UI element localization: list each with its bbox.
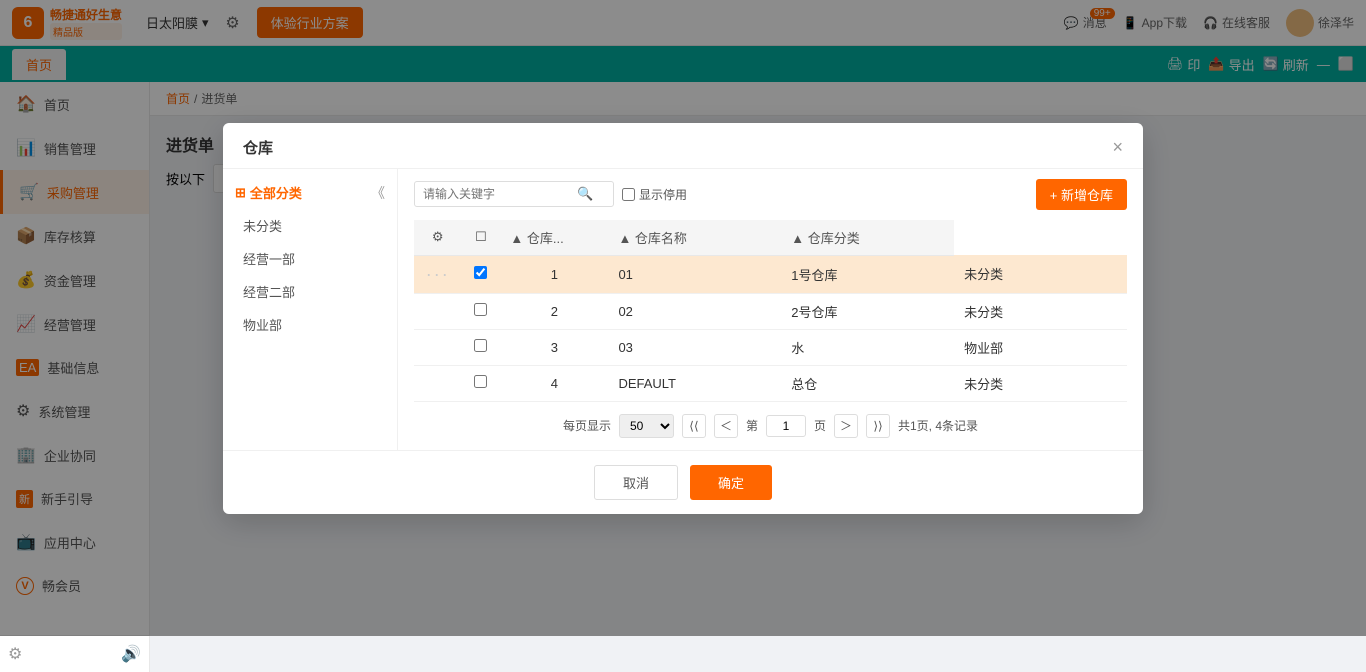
table-header-row: ⚙ ☐ ▲ 仓库... ▲ 仓库名称 ▲ 仓库分类 <box>414 220 1127 256</box>
th-check: ☐ <box>462 220 501 256</box>
row-category-3: 未分类 <box>954 365 1127 401</box>
warehouse-table: ⚙ ☐ ▲ 仓库... ▲ 仓库名称 ▲ 仓库分类 ··· 1 01 1号仓库 … <box>414 220 1127 402</box>
all-category[interactable]: ⊞ 全部分类 <box>235 183 302 202</box>
row-check-cell-2[interactable] <box>462 329 501 365</box>
collapse-button[interactable]: 《 <box>371 183 385 203</box>
row-name-2: 水 <box>781 329 954 365</box>
table-row[interactable]: 2 02 2号仓库 未分类 <box>414 293 1127 329</box>
search-input[interactable] <box>423 187 573 201</box>
category-ops2[interactable]: 经营二部 <box>223 275 397 308</box>
row-check-cell-3[interactable] <box>462 365 501 401</box>
row-check-cell-0[interactable] <box>462 255 501 293</box>
modal-title: 仓库 <box>243 137 273 158</box>
modal-toolbar: 🔍 显示停用 + 新增仓库 <box>398 169 1143 220</box>
settings-icon[interactable]: ⚙ <box>8 644 22 664</box>
row-code-1: 02 <box>608 293 781 329</box>
modal-main: 🔍 显示停用 + 新增仓库 ⚙ ☐ <box>398 169 1143 450</box>
row-name-1: 2号仓库 <box>781 293 954 329</box>
category-ops1[interactable]: 经营一部 <box>223 242 397 275</box>
first-page-button[interactable]: ⟨⟨ <box>682 414 706 438</box>
row-code-3: DEFAULT <box>608 365 781 401</box>
pagination-summary: 共1页, 4条记录 <box>898 417 978 434</box>
row-gear-cell-1 <box>414 293 462 329</box>
row-gear-cell-2 <box>414 329 462 365</box>
search-box: 🔍 <box>414 181 614 207</box>
speaker-icon[interactable]: 🔊 <box>121 644 141 664</box>
row-code-2: 03 <box>608 329 781 365</box>
pagination: 每页显示 50 20 100 ⟨⟨ ＜ 第 页 ＞ ⟩⟩ 共1页, 4条记录 <box>398 402 1143 450</box>
th-name: ▲ 仓库名称 <box>608 220 781 256</box>
row-name-3: 总仓 <box>781 365 954 401</box>
row-category-2: 物业部 <box>954 329 1127 365</box>
category-property[interactable]: 物业部 <box>223 308 397 341</box>
modal-overlay: 仓库 × ⊞ 全部分类 《 未分类 经营一部 经营二部 物业部 <box>0 0 1366 636</box>
page-number-input[interactable] <box>766 415 806 437</box>
show-disabled-label[interactable]: 显示停用 <box>622 186 687 203</box>
new-warehouse-button[interactable]: + 新增仓库 <box>1036 179 1127 210</box>
row-gear-cell-3 <box>414 365 462 401</box>
warehouse-modal: 仓库 × ⊞ 全部分类 《 未分类 经营一部 经营二部 物业部 <box>223 123 1143 514</box>
row-category-1: 未分类 <box>954 293 1127 329</box>
prev-page-button[interactable]: ＜ <box>714 414 738 438</box>
modal-body: ⊞ 全部分类 《 未分类 经营一部 经营二部 物业部 🔍 <box>223 169 1143 450</box>
search-icon[interactable]: 🔍 <box>577 186 593 202</box>
row-number-0: 1 <box>500 255 608 293</box>
th-category: ▲ 仓库分类 <box>781 220 954 256</box>
table-row[interactable]: 4 DEFAULT 总仓 未分类 <box>414 365 1127 401</box>
category-header: ⊞ 全部分类 《 <box>223 177 397 209</box>
confirm-button[interactable]: 确定 <box>690 465 772 500</box>
table-row[interactable]: 3 03 水 物业部 <box>414 329 1127 365</box>
table-row[interactable]: ··· 1 01 1号仓库 未分类 <box>414 255 1127 293</box>
sidebar-bottom: ⚙ 🔊 <box>0 635 149 672</box>
modal-close-button[interactable]: × <box>1112 137 1123 158</box>
modal-footer: 取消 确定 <box>223 450 1143 514</box>
show-disabled-checkbox[interactable] <box>622 188 635 201</box>
th-gear: ⚙ <box>414 220 462 256</box>
row-number-1: 2 <box>500 293 608 329</box>
row-gear-cell-0: ··· <box>414 255 462 293</box>
modal-categories: ⊞ 全部分类 《 未分类 经营一部 经营二部 物业部 <box>223 169 398 450</box>
grid-icon: ⊞ <box>235 185 246 201</box>
row-code-0: 01 <box>608 255 781 293</box>
th-code: ▲ 仓库... <box>500 220 608 256</box>
cancel-button[interactable]: 取消 <box>594 465 678 500</box>
row-number-3: 4 <box>500 365 608 401</box>
per-page-select[interactable]: 50 20 100 <box>619 414 674 438</box>
row-check-cell-1[interactable] <box>462 293 501 329</box>
next-page-button[interactable]: ＞ <box>834 414 858 438</box>
row-category-0: 未分类 <box>954 255 1127 293</box>
category-unclassified[interactable]: 未分类 <box>223 209 397 242</box>
last-page-button[interactable]: ⟩⟩ <box>866 414 890 438</box>
row-name-0: 1号仓库 <box>781 255 954 293</box>
row-number-2: 3 <box>500 329 608 365</box>
warehouse-table-wrap: ⚙ ☐ ▲ 仓库... ▲ 仓库名称 ▲ 仓库分类 ··· 1 01 1号仓库 … <box>398 220 1143 402</box>
modal-header: 仓库 × <box>223 123 1143 169</box>
